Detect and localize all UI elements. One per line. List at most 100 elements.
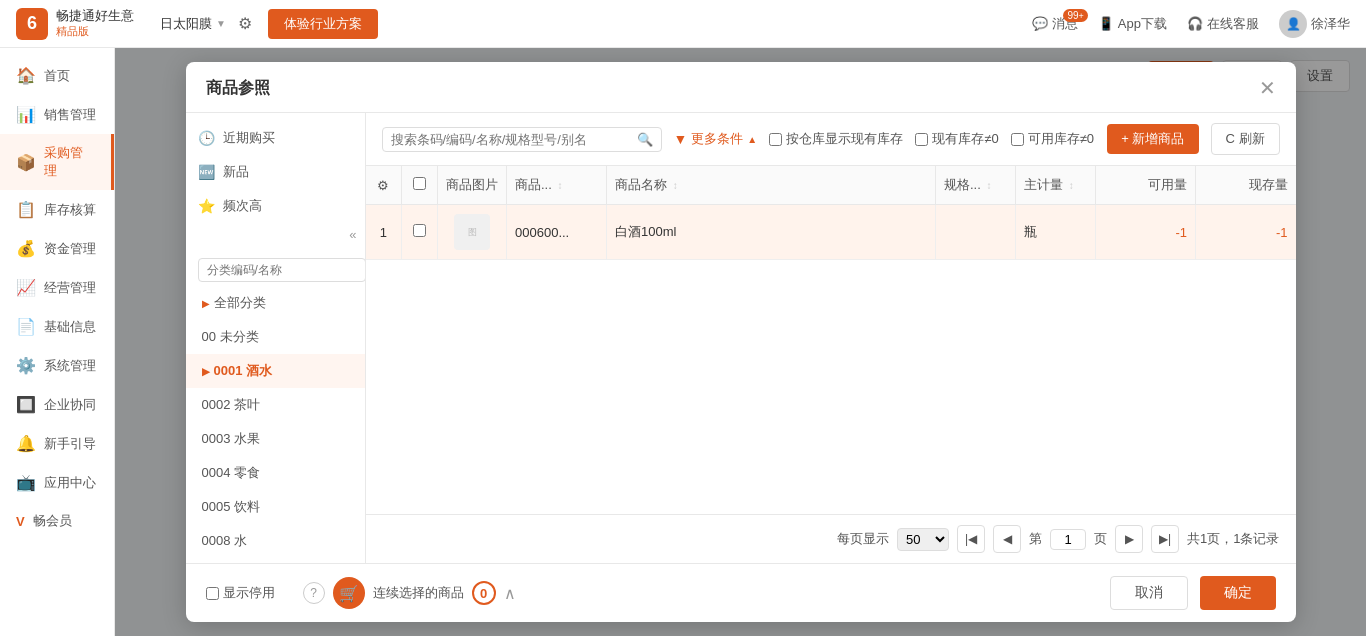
nav-label-frequent: 频次高 <box>223 197 262 215</box>
th-code[interactable]: 商品... ↕ <box>507 166 607 205</box>
sort-unit-icon[interactable]: ↕ <box>1069 180 1074 191</box>
sort-spec-icon[interactable]: ↕ <box>986 180 991 191</box>
modal-body: 🕒 近期购买 🆕 新品 ⭐ 频次高 « <box>186 113 1296 563</box>
online-service-item[interactable]: 🎧 在线客服 <box>1187 15 1259 33</box>
cat-item-beverage[interactable]: 0005 饮料 <box>186 490 365 524</box>
cat-item-water[interactable]: 0008 水 <box>186 524 365 558</box>
filter-arrow: ▲ <box>747 134 757 145</box>
confirm-button[interactable]: 确定 <box>1200 576 1276 610</box>
sidebar-item-basic[interactable]: 📄 基础信息 <box>0 307 114 346</box>
cancel-button[interactable]: 取消 <box>1110 576 1188 610</box>
row-checkbox[interactable] <box>413 224 426 237</box>
frequent-icon: ⭐ <box>198 198 215 214</box>
td-img: 图 <box>438 205 507 260</box>
sidebar-item-operation[interactable]: 📈 经营管理 <box>0 268 114 307</box>
filter-button[interactable]: ▼ 更多条件 ▲ <box>674 130 758 148</box>
phone-icon: 📱 <box>1098 16 1114 31</box>
trial-button[interactable]: 体验行业方案 <box>268 9 378 39</box>
sidebar-item-appstore[interactable]: 📺 应用中心 <box>0 463 114 502</box>
store-selector[interactable]: 日太阳膜 ▼ <box>160 15 226 33</box>
th-name-label: 商品名称 <box>615 177 667 192</box>
cat-search-input[interactable] <box>198 258 366 282</box>
user-item[interactable]: 👤 徐泽华 <box>1279 10 1350 38</box>
th-unit[interactable]: 主计量 ↕ <box>1016 166 1096 205</box>
refresh-modal-button[interactable]: C 刷新 <box>1211 123 1280 155</box>
operation-icon: 📈 <box>16 278 36 297</box>
td-check[interactable] <box>402 205 438 260</box>
cat-item-fruit[interactable]: 0003 水果 <box>186 422 365 456</box>
app-download-item[interactable]: 📱 App下载 <box>1098 15 1167 33</box>
cat-item-tea[interactable]: 0002 茶叶 <box>186 388 365 422</box>
cat-item-liquor[interactable]: ▶ 0001 酒水 <box>186 354 365 388</box>
search-input[interactable] <box>391 132 633 147</box>
logo-text: 畅捷通好生意 <box>56 8 134 25</box>
th-check[interactable] <box>402 166 438 205</box>
online-service-label: 在线客服 <box>1207 15 1259 33</box>
per-page-select[interactable]: 50 100 200 <box>897 528 949 551</box>
cat-item-uncat[interactable]: 00 未分类 <box>186 320 365 354</box>
sidebar-label-purchase: 采购管理 <box>44 144 95 180</box>
check-warehouse-input[interactable] <box>769 133 782 146</box>
check-available[interactable]: 可用库存≠0 <box>1011 130 1094 148</box>
next-page-button[interactable]: ▶ <box>1115 525 1143 553</box>
sidebar-label-basic: 基础信息 <box>44 318 96 336</box>
nav-label-new: 新品 <box>223 163 249 181</box>
logo-text-block: 畅捷通好生意 精品版 <box>56 8 134 40</box>
check-all[interactable] <box>413 177 426 190</box>
sidebar-item-finance[interactable]: 💰 资金管理 <box>0 229 114 268</box>
add-product-button[interactable]: + 新增商品 <box>1107 124 1198 154</box>
message-item[interactable]: 💬 消息 99+ <box>1032 15 1078 33</box>
cart-collapse-icon[interactable]: ∧ <box>504 584 516 603</box>
check-nonzero-stock-input[interactable] <box>915 133 928 146</box>
sidebar-item-purchase[interactable]: 📦 采购管理 <box>0 134 114 190</box>
product-table: ⚙ 商品图片 商品... ↕ <box>366 166 1296 260</box>
sidebar-item-sales[interactable]: 📊 销售管理 <box>0 95 114 134</box>
nav-item-frequent[interactable]: ⭐ 频次高 <box>186 189 365 223</box>
sort-code-icon[interactable]: ↕ <box>557 180 562 191</box>
cat-item-all[interactable]: ▶ 全部分类 <box>186 286 365 320</box>
th-spec[interactable]: 规格... ↕ <box>936 166 1016 205</box>
first-page-button[interactable]: |◀ <box>957 525 985 553</box>
show-disabled-input[interactable] <box>206 587 219 600</box>
cat-arrow-all: ▶ <box>202 298 210 309</box>
nav-item-recent[interactable]: 🕒 近期购买 <box>186 121 365 155</box>
search-bar: 🔍 ▼ 更多条件 ▲ 按仓库显示现有库存 <box>366 113 1296 166</box>
help-icon[interactable]: ? <box>303 582 325 604</box>
sidebar-item-home[interactable]: 🏠 首页 <box>0 56 114 95</box>
logo-sub: 精品版 <box>56 24 134 39</box>
new-icon: 🆕 <box>198 164 215 180</box>
gear-icon[interactable]: ⚙ <box>238 14 252 33</box>
check-warehouse[interactable]: 按仓库显示现有库存 <box>769 130 903 148</box>
prev-page-button[interactable]: ◀ <box>993 525 1021 553</box>
cat-label-liquor: 0001 酒水 <box>214 362 273 380</box>
th-setting[interactable]: ⚙ <box>366 166 402 205</box>
modal-close-button[interactable]: ✕ <box>1259 76 1276 100</box>
sidebar-item-collab[interactable]: 🔲 企业协同 <box>0 385 114 424</box>
check-nonzero-stock[interactable]: 现有库存≠0 <box>915 130 998 148</box>
sidebar-label-sales: 销售管理 <box>44 106 96 124</box>
th-stock-label: 现存量 <box>1249 177 1288 192</box>
page-input[interactable] <box>1050 529 1086 550</box>
logo-icon: 6 <box>16 8 48 40</box>
sidebar-item-system[interactable]: ⚙️ 系统管理 <box>0 346 114 385</box>
search-icon[interactable]: 🔍 <box>637 132 653 147</box>
collapse-button[interactable]: « <box>186 223 365 246</box>
sidebar-item-inventory[interactable]: 📋 库存核算 <box>0 190 114 229</box>
thumb-placeholder: 图 <box>468 226 477 239</box>
nav-item-new[interactable]: 🆕 新品 <box>186 155 365 189</box>
cart-icon[interactable]: 🛒 <box>333 577 365 609</box>
nav-right: 💬 消息 99+ 📱 App下载 🎧 在线客服 👤 徐泽华 <box>1032 10 1350 38</box>
sidebar-item-guide[interactable]: 🔔 新手引导 <box>0 424 114 463</box>
sort-name-icon[interactable]: ↕ <box>673 180 678 191</box>
show-disabled-check[interactable]: 显示停用 <box>206 584 275 602</box>
store-selector-arrow: ▼ <box>216 18 226 29</box>
table-row[interactable]: 1 图 000600... <box>366 205 1296 260</box>
last-page-button[interactable]: ▶| <box>1151 525 1179 553</box>
sidebar-item-vip[interactable]: V 畅会员 <box>0 502 114 540</box>
check-available-input[interactable] <box>1011 133 1024 146</box>
cat-label-fruit: 0003 水果 <box>202 431 261 446</box>
logo-area: 6 畅捷通好生意 精品版 <box>16 8 136 40</box>
th-name[interactable]: 商品名称 ↕ <box>607 166 936 205</box>
cat-item-snack[interactable]: 0004 零食 <box>186 456 365 490</box>
cat-label-uncat: 00 未分类 <box>202 329 259 344</box>
